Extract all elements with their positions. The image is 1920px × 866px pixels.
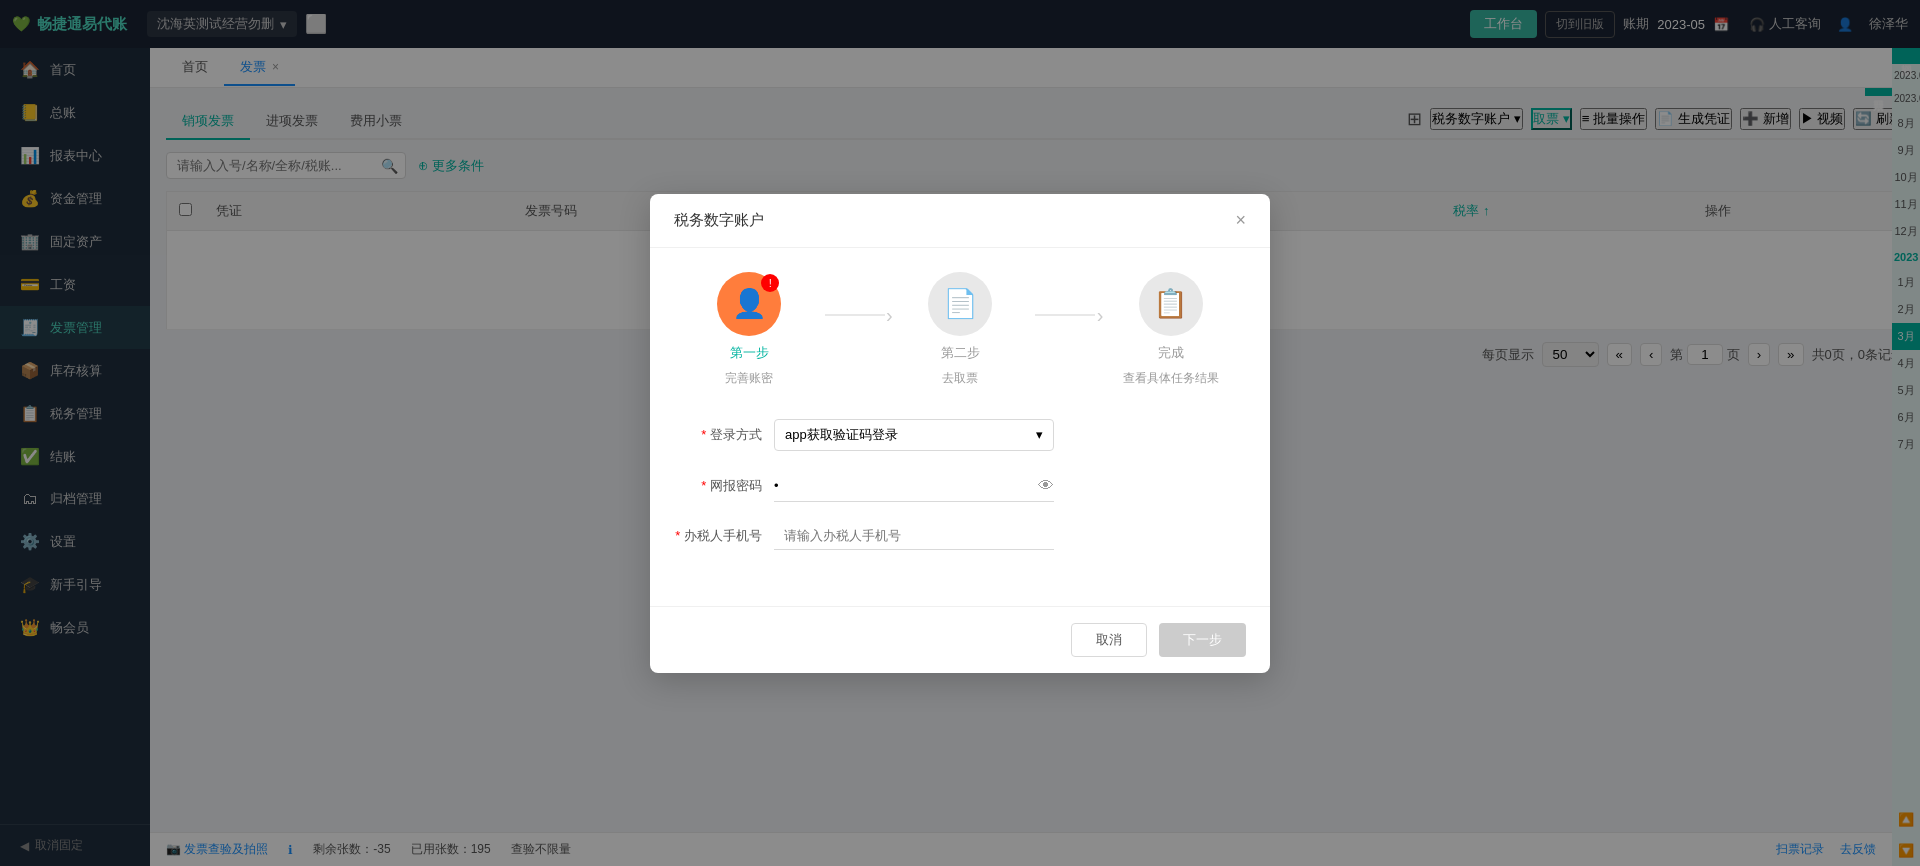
step2-icon: 📄 [943, 287, 978, 320]
step2-desc: 去取票 [942, 370, 978, 387]
taxpayer-phone-field: 办税人手机号 [674, 522, 1246, 550]
login-method-select[interactable]: app获取验证码登录 ▾ [774, 419, 1054, 451]
steps-indicator: 👤 ! 第一步 完善账密 📄 第二步 去取票 [674, 272, 1246, 387]
step-arrow-1 [825, 314, 885, 316]
password-input[interactable] [774, 478, 1038, 493]
modal-close-button[interactable]: × [1235, 210, 1246, 231]
step1-label: 第一步 [730, 344, 769, 362]
step-2: 📄 第二步 去取票 [885, 272, 1036, 387]
password-input-wrap: 👁 [774, 471, 1054, 502]
step3-label: 完成 [1158, 344, 1184, 362]
dropdown-chevron-icon: ▾ [1036, 427, 1043, 442]
password-label: 网报密码 [674, 477, 774, 495]
step-1: 👤 ! 第一步 完善账密 [674, 272, 825, 387]
step1-error-badge: ! [761, 274, 779, 292]
modal-header: 税务数字账户 × [650, 194, 1270, 248]
step2-icon-wrap: 📄 [928, 272, 992, 336]
taxpayer-phone-input[interactable] [774, 522, 1054, 550]
step1-desc: 完善账密 [725, 370, 773, 387]
login-method-label: 登录方式 [674, 426, 774, 444]
modal-footer: 取消 下一步 [650, 606, 1270, 673]
step-arrow-2 [1035, 314, 1095, 316]
step1-icon-wrap: 👤 ! [717, 272, 781, 336]
cancel-button[interactable]: 取消 [1071, 623, 1147, 657]
password-toggle-icon[interactable]: 👁 [1038, 477, 1054, 495]
login-method-value: app获取验证码登录 [785, 426, 898, 444]
step3-icon: 📋 [1153, 287, 1188, 320]
modal-title: 税务数字账户 [674, 211, 764, 230]
next-step-button[interactable]: 下一步 [1159, 623, 1246, 657]
password-field: 网报密码 👁 [674, 471, 1246, 502]
tax-account-modal: 税务数字账户 × 👤 ! 第一步 完善账密 [650, 194, 1270, 673]
step3-desc: 查看具体任务结果 [1123, 370, 1219, 387]
step-3: 📋 完成 查看具体任务结果 [1095, 272, 1246, 387]
taxpayer-phone-label: 办税人手机号 [674, 527, 774, 545]
step2-label: 第二步 [941, 344, 980, 362]
step3-icon-wrap: 📋 [1139, 272, 1203, 336]
modal-body: 👤 ! 第一步 完善账密 📄 第二步 去取票 [650, 248, 1270, 586]
modal-overlay: 税务数字账户 × 👤 ! 第一步 完善账密 [0, 0, 1920, 866]
login-method-field: 登录方式 app获取验证码登录 ▾ [674, 419, 1246, 451]
step1-icon: 👤 [732, 287, 767, 320]
modal-form: 登录方式 app获取验证码登录 ▾ 网报密码 👁 办税人手机 [674, 419, 1246, 550]
